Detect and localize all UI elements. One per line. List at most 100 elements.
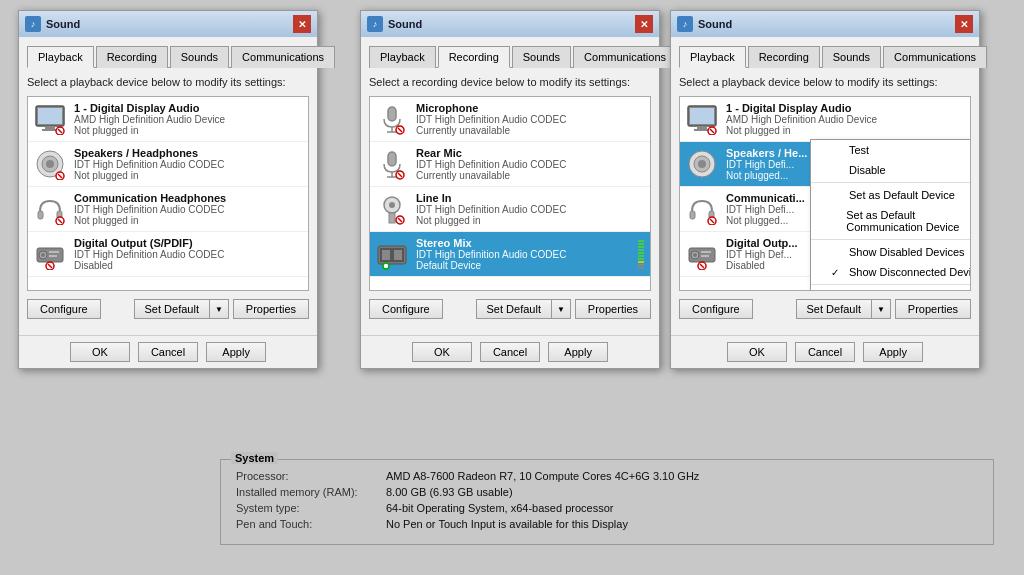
configure-button-3[interactable]: Configure: [679, 299, 753, 319]
device-item[interactable]: 1 - Digital Display Audio AMD High Defin…: [680, 97, 970, 142]
device-item[interactable]: 1 - Digital Display Audio AMD High Defin…: [28, 97, 308, 142]
instructions-3: Select a playback device below to modify…: [679, 76, 971, 88]
svg-rect-19: [49, 255, 57, 257]
tabs-3: Playback Recording Sounds Communications: [679, 45, 971, 68]
context-menu-separator: [811, 239, 971, 240]
system-type-label: System type:: [236, 502, 386, 514]
context-menu-item-show-disconnected[interactable]: ✓ Show Disconnected Devices: [811, 262, 971, 282]
tab-sounds-1[interactable]: Sounds: [170, 46, 229, 68]
dialog-footer-2: OK Cancel Apply: [361, 335, 659, 368]
context-menu-item-set-default-comm[interactable]: Set as Default Communication Device: [811, 205, 971, 237]
spdif-icon-3: [686, 238, 718, 270]
dialog-title-2: Sound: [388, 18, 422, 30]
device-controls-2: Configure Set Default ▼ Properties: [369, 299, 651, 319]
cancel-button-1[interactable]: Cancel: [138, 342, 198, 362]
tab-sounds-3[interactable]: Sounds: [822, 46, 881, 68]
svg-rect-51: [690, 211, 695, 219]
svg-rect-44: [697, 126, 707, 129]
ok-button-3[interactable]: OK: [727, 342, 787, 362]
apply-button-1[interactable]: Apply: [206, 342, 266, 362]
ok-button-2[interactable]: OK: [412, 342, 472, 362]
system-group-label: System: [231, 452, 278, 464]
device-item[interactable]: Microphone IDT High Definition Audio COD…: [370, 97, 650, 142]
device-list-1[interactable]: 1 - Digital Display Audio AMD High Defin…: [27, 96, 309, 291]
svg-point-17: [41, 253, 45, 257]
tab-comm-1[interactable]: Communications: [231, 46, 335, 68]
svg-point-50: [698, 160, 706, 168]
cancel-button-2[interactable]: Cancel: [480, 342, 540, 362]
svg-rect-27: [388, 152, 396, 166]
instructions-2: Select a recording device below to modif…: [369, 76, 651, 88]
properties-button-2[interactable]: Properties: [575, 299, 651, 319]
system-processor-value: AMD A8-7600 Radeon R7, 10 Compute Cores …: [386, 470, 699, 482]
set-default-button-3[interactable]: Set Default: [796, 299, 871, 319]
set-default-arrow-2[interactable]: ▼: [551, 299, 571, 319]
apply-button-3[interactable]: Apply: [863, 342, 923, 362]
titlebar-3: ♪ Sound ✕: [671, 11, 979, 37]
context-menu: Test Disable Set as Default Device Set a…: [810, 139, 971, 291]
headphone-icon: [34, 193, 66, 225]
system-row: Installed memory (RAM): 8.00 GB (6.93 GB…: [236, 486, 978, 498]
ok-button-1[interactable]: OK: [70, 342, 130, 362]
close-button-1[interactable]: ✕: [293, 15, 311, 33]
device-list-3[interactable]: 1 - Digital Display Audio AMD High Defin…: [679, 96, 971, 291]
device-list-2[interactable]: Microphone IDT High Definition Audio COD…: [369, 96, 651, 291]
svg-rect-2: [45, 126, 55, 129]
context-menu-separator: [811, 284, 971, 285]
context-menu-item-show-disabled[interactable]: Show Disabled Devices: [811, 242, 971, 262]
set-default-button-2[interactable]: Set Default: [476, 299, 551, 319]
tabs-1: Playback Recording Sounds Communications: [27, 45, 309, 68]
device-item[interactable]: Communication Headphones IDT High Defini…: [28, 187, 308, 232]
tab-playback-2[interactable]: Playback: [369, 46, 436, 68]
set-default-split-2: Set Default ▼: [476, 299, 571, 319]
properties-button-3[interactable]: Properties: [895, 299, 971, 319]
svg-rect-40: [394, 250, 402, 260]
set-default-arrow-3[interactable]: ▼: [871, 299, 891, 319]
system-processor-label: Processor:: [236, 470, 386, 482]
set-default-button-1[interactable]: Set Default: [134, 299, 209, 319]
tab-recording-3[interactable]: Recording: [748, 46, 820, 68]
context-menu-item-set-default[interactable]: Set as Default Device: [811, 185, 971, 205]
tab-recording-1[interactable]: Recording: [96, 46, 168, 68]
set-default-split-3: Set Default ▼: [796, 299, 891, 319]
svg-rect-58: [701, 251, 711, 253]
context-menu-item-disable[interactable]: Disable: [811, 160, 971, 180]
system-ram-label: Installed memory (RAM):: [236, 486, 386, 498]
speaker-icon: [34, 148, 66, 180]
tab-recording-2[interactable]: Recording: [438, 46, 510, 68]
tab-playback-3[interactable]: Playback: [679, 46, 746, 68]
device-item[interactable]: Digital Output (S/PDIF) IDT High Definit…: [28, 232, 308, 277]
properties-button-1[interactable]: Properties: [233, 299, 309, 319]
tab-comm-3[interactable]: Communications: [883, 46, 987, 68]
system-group: System Processor: AMD A8-7600 Radeon R7,…: [220, 459, 994, 545]
tab-comm-2[interactable]: Communications: [573, 46, 677, 68]
svg-rect-33: [389, 213, 395, 223]
svg-point-41: [383, 263, 389, 269]
set-default-arrow-1[interactable]: ▼: [209, 299, 229, 319]
cancel-button-3[interactable]: Cancel: [795, 342, 855, 362]
system-row: Pen and Touch: No Pen or Touch Input is …: [236, 518, 978, 530]
close-button-2[interactable]: ✕: [635, 15, 653, 33]
system-pen-value: No Pen or Touch Input is available for t…: [386, 518, 628, 530]
device-item[interactable]: Speakers / Headphones IDT High Definitio…: [28, 142, 308, 187]
svg-rect-59: [701, 255, 709, 257]
device-item[interactable]: Rear Mic IDT High Definition Audio CODEC…: [370, 142, 650, 187]
tabs-2: Playback Recording Sounds Communications: [369, 45, 651, 68]
close-button-3[interactable]: ✕: [955, 15, 973, 33]
sound-icon-1: ♪: [25, 16, 41, 32]
linein-icon: [376, 193, 408, 225]
configure-button-1[interactable]: Configure: [27, 299, 101, 319]
monitor-icon-3: [686, 103, 718, 135]
device-controls-3: Configure Set Default ▼ Properties: [679, 299, 971, 319]
device-item[interactable]: Line In IDT High Definition Audio CODEC …: [370, 187, 650, 232]
device-item[interactable]: Stereo Mix IDT High Definition Audio COD…: [370, 232, 650, 277]
context-menu-item-midi[interactable]: About Software MIDI Synthesizer: [811, 287, 971, 291]
tab-playback-1[interactable]: Playback: [27, 46, 94, 68]
apply-button-2[interactable]: Apply: [548, 342, 608, 362]
configure-button-2[interactable]: Configure: [369, 299, 443, 319]
sound-dialog-1: ♪ Sound ✕ Playback Recording Sounds Comm…: [18, 10, 318, 369]
context-menu-item-test[interactable]: Test: [811, 140, 971, 160]
tab-sounds-2[interactable]: Sounds: [512, 46, 571, 68]
dialog-title-1: Sound: [46, 18, 80, 30]
svg-rect-22: [388, 107, 396, 121]
